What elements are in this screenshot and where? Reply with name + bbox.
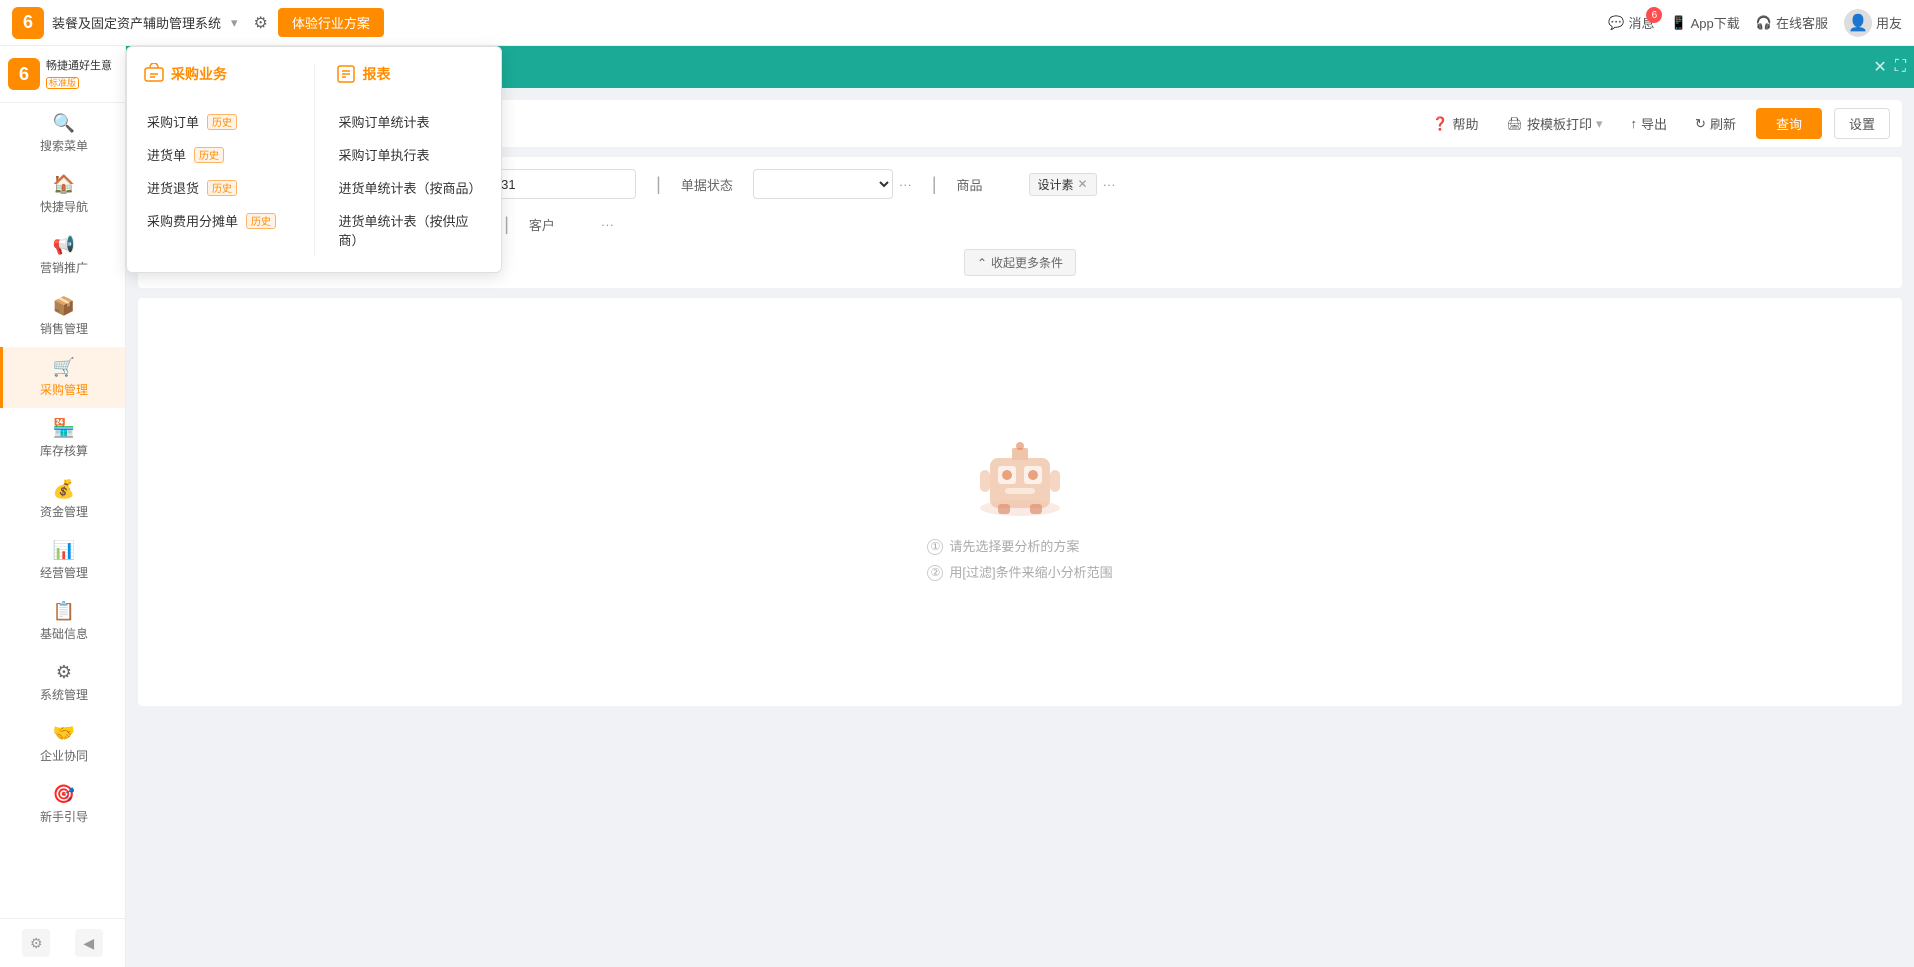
purchase-expense-label: 采购费用分摊单 <box>147 211 238 230</box>
business-header-icon <box>143 63 165 85</box>
report-receive-goods-label: 进货单统计表（按商品） <box>339 178 482 197</box>
purchase-return-item[interactable]: 进货退货 历史 <box>143 171 294 204</box>
report-receive-goods-item[interactable]: 进货单统计表（按商品） <box>335 171 486 204</box>
report-order-stats-label: 采购订单统计表 <box>339 112 430 131</box>
purchase-order-history-badge: 历史 <box>207 114 237 130</box>
purchase-expense-history-badge: 历史 <box>246 213 276 229</box>
purchase-receive-item[interactable]: 进货单 历史 <box>143 138 294 171</box>
purchase-receive-label: 进货单 <box>147 145 186 164</box>
dropdown-report-col: 报表 采购订单统计表 采购订单执行表 进货单统计表（按商品） 进货单统计表（按供… <box>314 63 486 256</box>
purchase-expense-item[interactable]: 采购费用分摊单 历史 <box>143 204 294 237</box>
report-receive-supplier-label: 进货单统计表（按供应商） <box>339 211 482 249</box>
purchase-return-label: 进货退货 <box>147 178 199 197</box>
report-header-icon <box>335 63 357 85</box>
dropdown-business-title: 采购业务 <box>171 64 227 84</box>
purchase-receive-history-badge: 历史 <box>194 147 224 163</box>
purchase-return-history-badge: 历史 <box>207 180 237 196</box>
purchase-dropdown-menu: 采购业务 采购订单 历史 进货单 历史 进货退货 历史 采购费用分摊单 历史 <box>126 46 502 273</box>
report-order-exec-item[interactable]: 采购订单执行表 <box>335 138 486 171</box>
purchase-order-item[interactable]: 采购订单 历史 <box>143 105 294 138</box>
report-order-stats-item[interactable]: 采购订单统计表 <box>335 105 486 138</box>
report-order-exec-label: 采购订单执行表 <box>339 145 430 164</box>
dropdown-business-col: 采购业务 采购订单 历史 进货单 历史 进货退货 历史 采购费用分摊单 历史 <box>143 63 294 256</box>
purchase-order-label: 采购订单 <box>147 112 199 131</box>
dropdown-report-title: 报表 <box>363 64 391 84</box>
dropdown-report-header: 报表 <box>335 63 486 93</box>
report-receive-supplier-item[interactable]: 进货单统计表（按供应商） <box>335 204 486 256</box>
app-wrapper: 6 装餐及固定资产辅助管理系统 ▾ ⚙ 体验行业方案 💬 消息 6 📱 App下… <box>0 0 1914 967</box>
dropdown-business-header: 采购业务 <box>143 63 294 93</box>
